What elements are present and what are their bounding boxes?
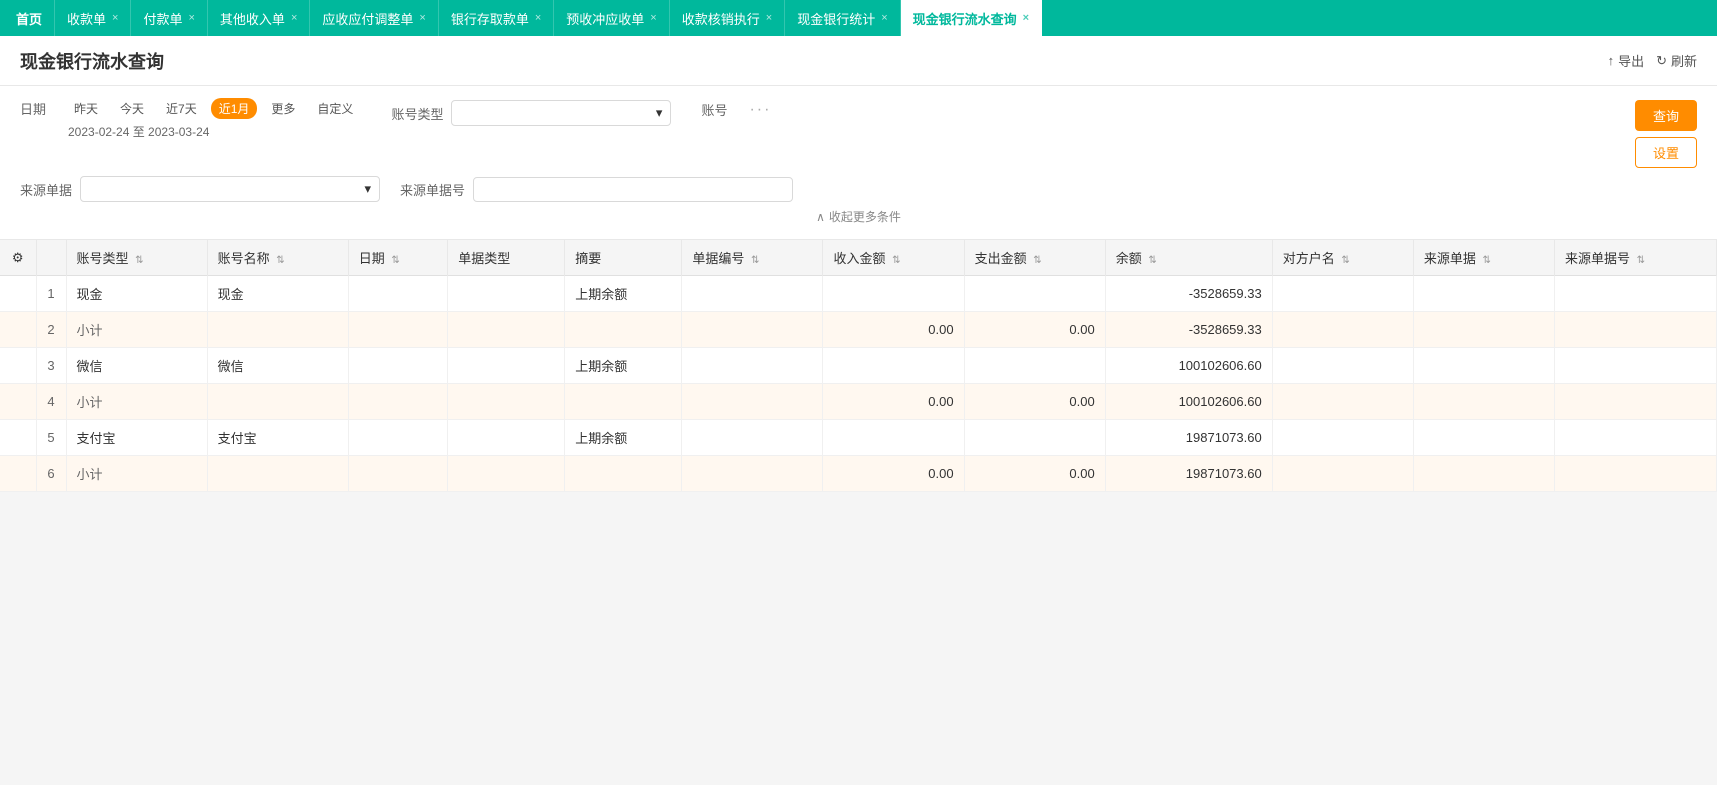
table-row[interactable]: 4小计0.000.00100102606.60 [0,384,1717,420]
th-account-name[interactable]: 账号名称 ⇅ [207,240,348,276]
nav-tab-payment[interactable]: 付款单 × [131,0,207,36]
date-opt-yesterday[interactable]: 昨天 [66,98,106,119]
date-opt-custom[interactable]: 自定义 [309,98,361,119]
account-type-filter: 账号类型 ▾ [391,100,671,126]
chevron-down-icon: ▾ [656,105,663,121]
th-doc-no[interactable]: 单据编号 ⇅ [682,240,823,276]
th-expense[interactable]: 支出金额 ⇅ [964,240,1105,276]
page-title: 现金银行流水查询 [20,48,164,74]
account-type-label: 账号类型 [391,104,443,123]
refresh-icon: ↻ [1656,53,1667,69]
table-header-row: ⚙ 账号类型 ⇅ 账号名称 ⇅ 日期 ⇅ 单据类型 摘要 单据编号 ⇅ 收入金额… [0,240,1717,276]
data-table: ⚙ 账号类型 ⇅ 账号名称 ⇅ 日期 ⇅ 单据类型 摘要 单据编号 ⇅ 收入金额… [0,240,1717,492]
header-actions: ↑ 导出 ↻ 刷新 [1608,51,1697,70]
table-row[interactable]: 6小计0.000.0019871073.60 [0,456,1717,492]
close-icon[interactable]: × [650,12,656,24]
settings-button[interactable]: 设置 [1635,137,1697,168]
date-options: 昨天 今天 近7天 近1月 更多 自定义 [66,98,361,119]
filter-area: 日期 昨天 今天 近7天 近1月 更多 自定义 2023-02-24 至 202… [0,86,1717,240]
date-opt-more[interactable]: 更多 [263,98,303,119]
source-doc-no-label: 来源单据号 [400,180,465,199]
th-balance[interactable]: 余额 ⇅ [1105,240,1272,276]
close-icon[interactable]: × [188,12,194,24]
page-header: 现金银行流水查询 ↑ 导出 ↻ 刷新 [0,36,1717,86]
close-icon[interactable]: × [1023,12,1029,24]
data-table-container: ⚙ 账号类型 ⇅ 账号名称 ⇅ 日期 ⇅ 单据类型 摘要 单据编号 ⇅ 收入金额… [0,240,1717,492]
table-row[interactable]: 3微信微信上期余额100102606.60 [0,348,1717,384]
query-button[interactable]: 查询 [1635,100,1697,131]
filter-second-row: 来源单据 ▾ 来源单据号 [20,176,1697,202]
export-button[interactable]: ↑ 导出 [1608,51,1645,70]
date-opt-7days[interactable]: 近7天 [158,98,205,119]
th-date[interactable]: 日期 ⇅ [348,240,447,276]
table-row[interactable]: 1现金现金上期余额-3528659.33 [0,276,1717,312]
date-range-display: 2023-02-24 至 2023-03-24 [68,125,209,139]
th-summary: 摘要 [565,240,682,276]
nav-tab-stats[interactable]: 现金银行统计 × [785,0,900,36]
th-income[interactable]: 收入金额 ⇅ [823,240,964,276]
nav-tab-receipt[interactable]: 收款单 × [55,0,131,36]
nav-tab-adjust[interactable]: 应收应付调整单 × [310,0,438,36]
th-doc-type: 单据类型 [448,240,565,276]
close-icon[interactable]: × [419,12,425,24]
source-doc-select[interactable]: ▾ [80,176,380,202]
date-label: 日期 [20,99,60,118]
account-label: 账号 [701,100,741,119]
nav-tab-other-income[interactable]: 其他收入单 × [208,0,310,36]
source-doc-no-input[interactable] [473,177,793,202]
chevron-up-icon: ∧ [816,210,825,224]
collapse-bar[interactable]: ∧ 收起更多条件 [20,202,1697,227]
th-source-doc-no[interactable]: 来源单据号 ⇅ [1554,240,1716,276]
export-icon: ↑ [1608,53,1615,68]
account-dots-button[interactable]: ··· [749,101,771,119]
account-filter: 账号 ··· [701,100,771,119]
close-icon[interactable]: × [291,12,297,24]
close-icon[interactable]: × [535,12,541,24]
table-row[interactable]: 2小计0.000.00-3528659.33 [0,312,1717,348]
th-config[interactable]: ⚙ [0,240,36,276]
th-source-doc[interactable]: 来源单据 ⇅ [1413,240,1554,276]
account-type-select[interactable]: ▾ [451,100,671,126]
nav-tab-bank-deposit[interactable]: 银行存取款单 × [439,0,554,36]
th-index [36,240,66,276]
date-opt-today[interactable]: 今天 [112,98,152,119]
date-filter: 日期 昨天 今天 近7天 近1月 更多 自定义 2023-02-24 至 202… [20,98,361,140]
nav-tab-home[interactable]: 首页 [4,0,55,36]
refresh-button[interactable]: ↻ 刷新 [1656,51,1697,70]
table-body: 1现金现金上期余额-3528659.332小计0.000.00-3528659.… [0,276,1717,492]
close-icon[interactable]: × [881,12,887,24]
nav-tab-flow-query[interactable]: 现金银行流水查询 × [901,0,1042,36]
source-doc-label: 来源单据 [20,180,72,199]
nav-tab-verify[interactable]: 收款核销执行 × [670,0,785,36]
close-icon[interactable]: × [766,12,772,24]
date-opt-1month[interactable]: 近1月 [211,98,258,119]
nav-tab-advance[interactable]: 预收冲应收单 × [554,0,669,36]
table-row[interactable]: 5支付宝支付宝上期余额19871073.60 [0,420,1717,456]
th-counterparty[interactable]: 对方户名 ⇅ [1272,240,1413,276]
close-icon[interactable]: × [112,12,118,24]
top-navigation: 首页 收款单 × 付款单 × 其他收入单 × 应收应付调整单 × 银行存取款单 … [0,0,1717,36]
th-account-type[interactable]: 账号类型 ⇅ [66,240,207,276]
chevron-down-icon: ▾ [364,181,371,197]
